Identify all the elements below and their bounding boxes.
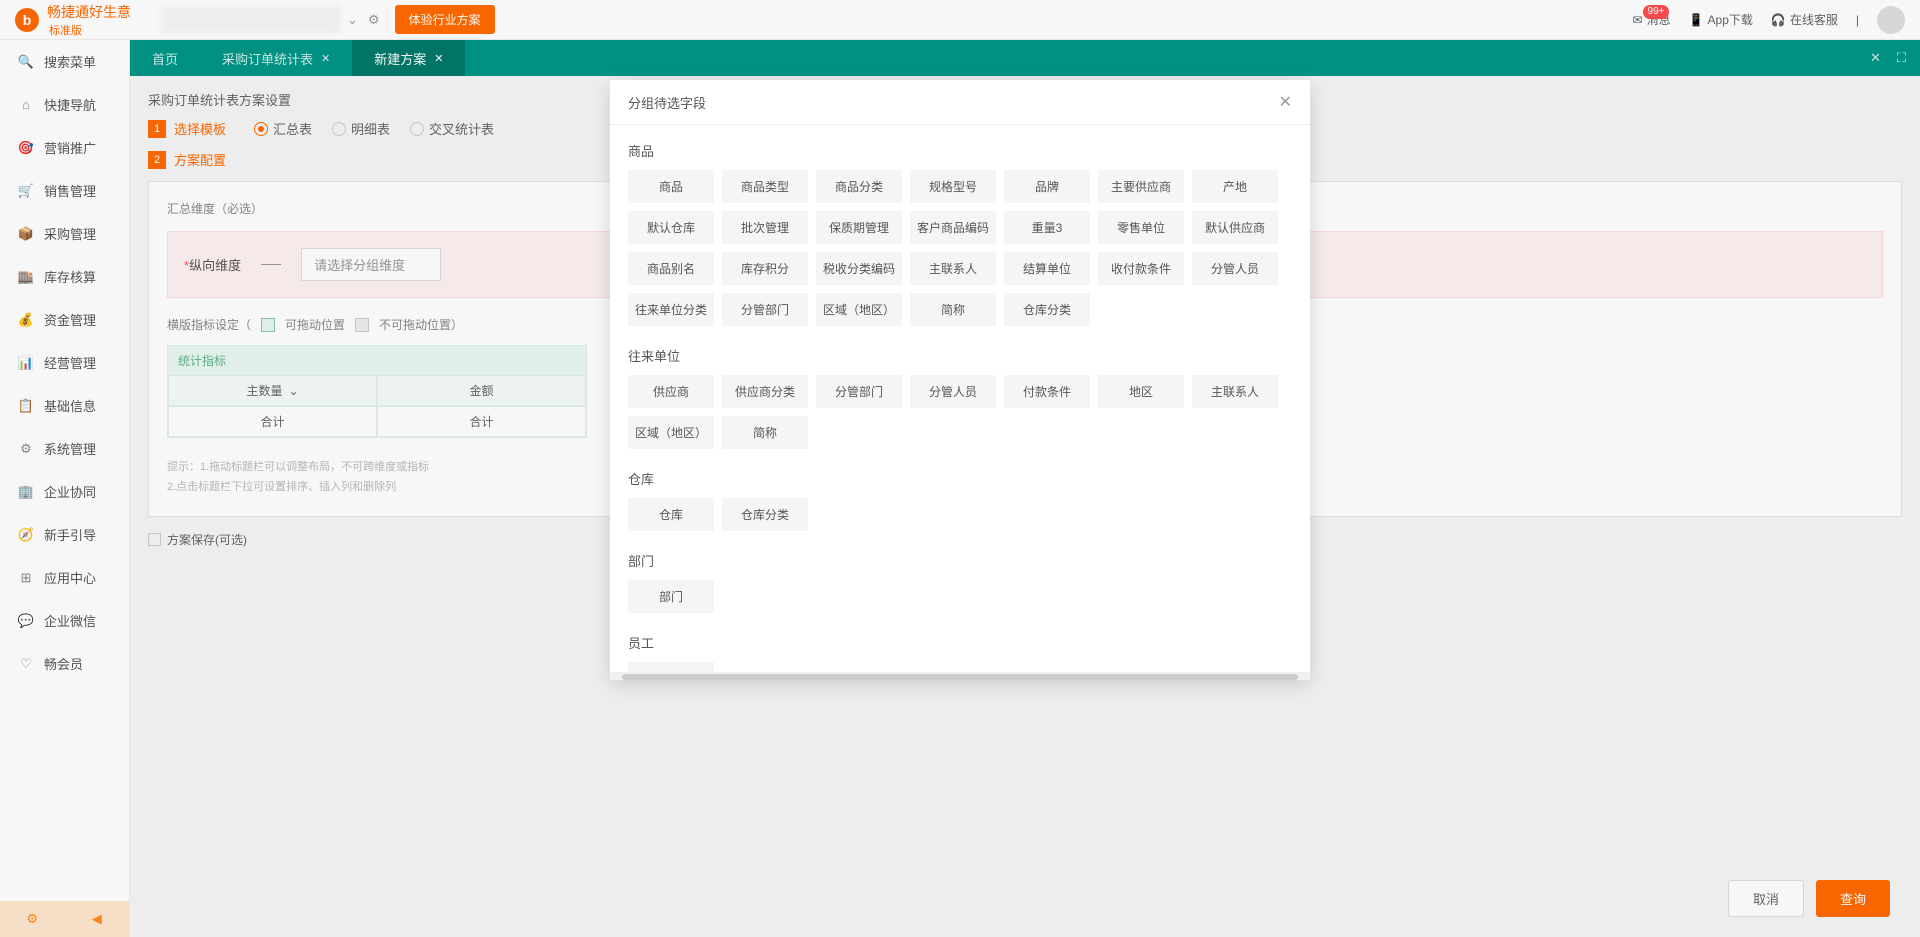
field-chip[interactable]: 主联系人 bbox=[910, 252, 996, 285]
field-grid: 供应商供应商分类分管部门分管人员付款条件地区主联系人区域（地区）简称 bbox=[628, 375, 1292, 449]
field-chip[interactable]: 分管人员 bbox=[1192, 252, 1278, 285]
modal-body[interactable]: 商品商品商品类型商品分类规格型号品牌主要供应商产地默认仓库批次管理保质期管理客户… bbox=[610, 125, 1310, 672]
field-chip[interactable]: 规格型号 bbox=[910, 170, 996, 203]
modal-close-icon[interactable]: ✕ bbox=[1279, 92, 1292, 112]
field-selector-modal: 分组待选字段 ✕ 商品商品商品类型商品分类规格型号品牌主要供应商产地默认仓库批次… bbox=[610, 80, 1310, 680]
field-chip[interactable]: 仓库分类 bbox=[722, 498, 808, 531]
group-title: 仓库 bbox=[628, 469, 1292, 488]
group-title: 往来单位 bbox=[628, 346, 1292, 365]
field-chip[interactable]: 分管部门 bbox=[816, 375, 902, 408]
field-chip[interactable]: 重量3 bbox=[1004, 211, 1090, 244]
field-chip[interactable]: 品牌 bbox=[1004, 170, 1090, 203]
field-grid: 部门 bbox=[628, 580, 1292, 613]
field-chip[interactable]: 付款条件 bbox=[1004, 375, 1090, 408]
field-chip[interactable]: 简称 bbox=[910, 293, 996, 326]
field-group: 员工业务员 bbox=[628, 633, 1292, 672]
field-chip[interactable]: 保质期管理 bbox=[816, 211, 902, 244]
field-chip[interactable]: 仓库 bbox=[628, 498, 714, 531]
group-title: 商品 bbox=[628, 141, 1292, 160]
field-grid: 商品商品类型商品分类规格型号品牌主要供应商产地默认仓库批次管理保质期管理客户商品… bbox=[628, 170, 1292, 326]
modal-title: 分组待选字段 bbox=[628, 93, 706, 112]
field-chip[interactable]: 结算单位 bbox=[1004, 252, 1090, 285]
field-chip[interactable]: 商品类型 bbox=[722, 170, 808, 203]
field-chip[interactable]: 地区 bbox=[1098, 375, 1184, 408]
field-chip[interactable]: 商品别名 bbox=[628, 252, 714, 285]
field-chip[interactable]: 业务员 bbox=[628, 662, 714, 672]
field-chip[interactable]: 区域（地区） bbox=[628, 416, 714, 449]
field-chip[interactable]: 部门 bbox=[628, 580, 714, 613]
group-title: 部门 bbox=[628, 551, 1292, 570]
field-group: 仓库仓库仓库分类 bbox=[628, 469, 1292, 531]
modal-header: 分组待选字段 ✕ bbox=[610, 80, 1310, 125]
field-grid: 业务员 bbox=[628, 662, 1292, 672]
field-group: 商品商品商品类型商品分类规格型号品牌主要供应商产地默认仓库批次管理保质期管理客户… bbox=[628, 141, 1292, 326]
field-chip[interactable]: 批次管理 bbox=[722, 211, 808, 244]
field-chip[interactable]: 供应商分类 bbox=[722, 375, 808, 408]
field-chip[interactable]: 零售单位 bbox=[1098, 211, 1184, 244]
field-chip[interactable]: 往来单位分类 bbox=[628, 293, 714, 326]
field-group: 部门部门 bbox=[628, 551, 1292, 613]
field-chip[interactable]: 区域（地区） bbox=[816, 293, 902, 326]
field-chip[interactable]: 客户商品编码 bbox=[910, 211, 996, 244]
modal-horizontal-scrollbar[interactable] bbox=[610, 672, 1310, 680]
field-group: 往来单位供应商供应商分类分管部门分管人员付款条件地区主联系人区域（地区）简称 bbox=[628, 346, 1292, 449]
field-chip[interactable]: 仓库分类 bbox=[1004, 293, 1090, 326]
group-title: 员工 bbox=[628, 633, 1292, 652]
field-chip[interactable]: 税收分类编码 bbox=[816, 252, 902, 285]
field-chip[interactable]: 供应商 bbox=[628, 375, 714, 408]
field-grid: 仓库仓库分类 bbox=[628, 498, 1292, 531]
field-chip[interactable]: 默认供应商 bbox=[1192, 211, 1278, 244]
modal-overlay: 分组待选字段 ✕ 商品商品商品类型商品分类规格型号品牌主要供应商产地默认仓库批次… bbox=[0, 0, 1920, 937]
field-chip[interactable]: 默认仓库 bbox=[628, 211, 714, 244]
field-chip[interactable]: 收付款条件 bbox=[1098, 252, 1184, 285]
field-chip[interactable]: 主要供应商 bbox=[1098, 170, 1184, 203]
field-chip[interactable]: 简称 bbox=[722, 416, 808, 449]
field-chip[interactable]: 主联系人 bbox=[1192, 375, 1278, 408]
field-chip[interactable]: 商品 bbox=[628, 170, 714, 203]
field-chip[interactable]: 产地 bbox=[1192, 170, 1278, 203]
field-chip[interactable]: 分管人员 bbox=[910, 375, 996, 408]
field-chip[interactable]: 商品分类 bbox=[816, 170, 902, 203]
field-chip[interactable]: 分管部门 bbox=[722, 293, 808, 326]
field-chip[interactable]: 库存积分 bbox=[722, 252, 808, 285]
